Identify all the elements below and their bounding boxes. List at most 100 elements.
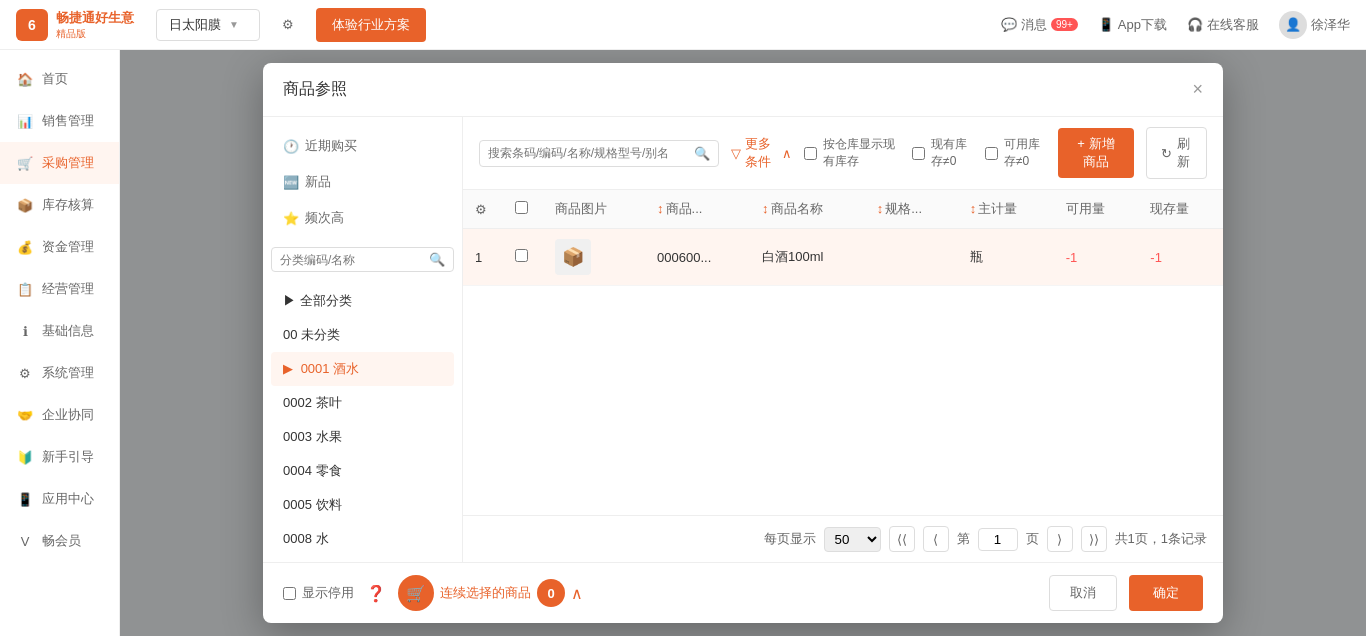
manage-icon: 📋	[16, 280, 34, 298]
category-item-0004[interactable]: 0004 零食	[271, 454, 454, 488]
experience-button[interactable]: 体验行业方案	[316, 8, 426, 42]
display-disabled-wrap[interactable]: 显示停用	[283, 584, 354, 602]
modal-header: 商品参照 ×	[263, 63, 1223, 117]
category-search-icon: 🔍	[429, 252, 445, 267]
more-conditions-btn[interactable]: ▽ 更多条件 ∧	[731, 135, 792, 171]
logo-icon: 6	[16, 9, 48, 41]
recent-buy-item[interactable]: 🕐 近期购买	[271, 129, 454, 163]
sidebar-item-inventory[interactable]: 📦 库存核算	[0, 184, 119, 226]
check2-wrap[interactable]: 现有库存≠0	[912, 136, 973, 170]
filter-icon: ▽	[731, 146, 741, 161]
sidebar-item-manage[interactable]: 📋 经营管理	[0, 268, 119, 310]
check1-wrap[interactable]: 按仓库显示现有库存	[804, 136, 900, 170]
category-item-0002[interactable]: 0002 茶叶	[271, 386, 454, 420]
messages-item[interactable]: 💬 消息 99+	[1001, 16, 1078, 34]
content-area: 商品参照 × 🕐 近期购买 🆕	[120, 50, 1366, 636]
col-code-icon: ↕	[657, 201, 664, 216]
page-suffix: 页	[1026, 530, 1039, 548]
category-item-00[interactable]: 00 未分类	[271, 318, 454, 352]
main-layout: 🏠 首页 📊 销售管理 🛒 采购管理 📦 库存核算 💰 资金管理 📋 经营管理 …	[0, 50, 1366, 636]
filter-bar: 🔍 ▽ 更多条件 ∧ 按仓库显示现有库存	[463, 117, 1223, 190]
sidebar-label-purchase: 采购管理	[42, 154, 94, 172]
all-categories-item[interactable]: ▶ 全部分类	[271, 284, 454, 318]
col-stock: 现存量	[1138, 190, 1223, 229]
category-item-0005[interactable]: 0005 饮料	[271, 488, 454, 522]
pagination-bar: 每页显示 50 100 200 ⟨⟨ ⟨ 第 页 ⟩	[463, 515, 1223, 562]
collapse-icon: ∧	[782, 146, 792, 161]
cart-area[interactable]: 🛒 连续选择的商品 0 ∧	[398, 575, 583, 611]
new-products-item[interactable]: 🆕 新品	[271, 165, 454, 199]
help-icon[interactable]: ❓	[366, 584, 386, 603]
modal-title: 商品参照	[283, 79, 347, 100]
nav-selector-arrow: ▼	[229, 19, 239, 30]
sidebar-item-apps[interactable]: 📱 应用中心	[0, 478, 119, 520]
sidebar-item-collab[interactable]: 🤝 企业协同	[0, 394, 119, 436]
category-item-0001[interactable]: ▶ 0001 酒水	[271, 352, 454, 386]
page-size-select[interactable]: 50 100 200	[824, 527, 881, 552]
category-0008-label: 0008 水	[283, 531, 329, 546]
category-item-0008[interactable]: 0008 水	[271, 522, 454, 550]
category-search-input[interactable]	[280, 253, 423, 267]
display-disabled-checkbox[interactable]	[283, 587, 296, 600]
col-unit[interactable]: ↕主计量	[958, 190, 1054, 229]
sidebar-item-system[interactable]: ⚙ 系统管理	[0, 352, 119, 394]
refresh-icon: ↻	[1161, 146, 1172, 161]
sidebar-item-vip[interactable]: V 畅会员	[0, 520, 119, 562]
check2-input[interactable]	[912, 147, 925, 160]
category-item-0003[interactable]: 0003 水果	[271, 420, 454, 454]
col-code[interactable]: ↕商品...	[645, 190, 750, 229]
modal-body: 🕐 近期购买 🆕 新品 ⭐ 频次高	[263, 117, 1223, 562]
col-checkbox[interactable]	[503, 190, 543, 229]
sidebar-item-finance[interactable]: 💰 资金管理	[0, 226, 119, 268]
check1-label: 按仓库显示现有库存	[823, 136, 900, 170]
category-0004-label: 0004 零食	[283, 463, 342, 478]
app-download-label: App下载	[1118, 16, 1167, 34]
last-page-btn[interactable]: ⟩⟩	[1081, 526, 1107, 552]
headset-icon: 🎧	[1187, 17, 1203, 32]
check3-wrap[interactable]: 可用库存≠0	[985, 136, 1046, 170]
confirm-button[interactable]: 确定	[1129, 575, 1203, 611]
recent-buy-label: 近期购买	[305, 137, 357, 155]
sidebar-item-purchase[interactable]: 🛒 采购管理	[0, 142, 119, 184]
user-item[interactable]: 👤 徐泽华	[1279, 11, 1350, 39]
next-page-btn[interactable]: ⟩	[1047, 526, 1073, 552]
sidebar-item-guide[interactable]: 🔰 新手引导	[0, 436, 119, 478]
app-download-item[interactable]: 📱 App下载	[1098, 16, 1167, 34]
col-name-icon: ↕	[762, 201, 769, 216]
cart-icon: 🛒	[398, 575, 434, 611]
collapse-cart-button[interactable]: ∧	[571, 584, 583, 603]
display-disabled-label: 显示停用	[302, 584, 354, 602]
check1-input[interactable]	[804, 147, 817, 160]
sidebar-item-sales[interactable]: 📊 销售管理	[0, 100, 119, 142]
refresh-button[interactable]: ↻ 刷新	[1146, 127, 1207, 179]
online-service-item[interactable]: 🎧 在线客服	[1187, 16, 1259, 34]
refresh-label: 刷新	[1176, 135, 1192, 171]
nav-selector[interactable]: 日太阳膜 ▼	[156, 9, 260, 41]
prev-page-btn[interactable]: ⟨	[923, 526, 949, 552]
sidebar-item-info[interactable]: ℹ 基础信息	[0, 310, 119, 352]
check3-input[interactable]	[985, 147, 998, 160]
sales-icon: 📊	[16, 112, 34, 130]
add-product-button[interactable]: + 新增商品	[1058, 128, 1134, 178]
product-search-input[interactable]	[488, 146, 688, 160]
page-number-input[interactable]	[978, 528, 1018, 551]
col-spec[interactable]: ↕规格...	[865, 190, 958, 229]
cancel-button[interactable]: 取消	[1049, 575, 1117, 611]
footer-left: 显示停用	[283, 584, 354, 602]
sidebar-item-home[interactable]: 🏠 首页	[0, 58, 119, 100]
modal-footer: 显示停用 ❓ 🛒 连续选择的商品 0 ∧ 取消 确定	[263, 562, 1223, 623]
recent-buy-icon: 🕐	[283, 139, 299, 154]
col-settings[interactable]: ⚙	[463, 190, 503, 229]
category-0001-label: 0001 酒水	[301, 361, 360, 376]
product-search-icon[interactable]: 🔍	[694, 146, 710, 161]
row-checkbox[interactable]	[503, 229, 543, 286]
username: 徐泽华	[1311, 16, 1350, 34]
modal-close-button[interactable]: ×	[1192, 79, 1203, 100]
star-icon: ⭐	[283, 211, 299, 226]
freq-high-item[interactable]: ⭐ 频次高	[271, 201, 454, 235]
first-page-btn[interactable]: ⟨⟨	[889, 526, 915, 552]
table-row[interactable]: 1 📦 000600... 白酒100ml 瓶	[463, 229, 1223, 286]
gear-button[interactable]: ⚙	[272, 9, 304, 41]
sidebar-label-manage: 经营管理	[42, 280, 94, 298]
col-name[interactable]: ↕商品名称	[750, 190, 865, 229]
